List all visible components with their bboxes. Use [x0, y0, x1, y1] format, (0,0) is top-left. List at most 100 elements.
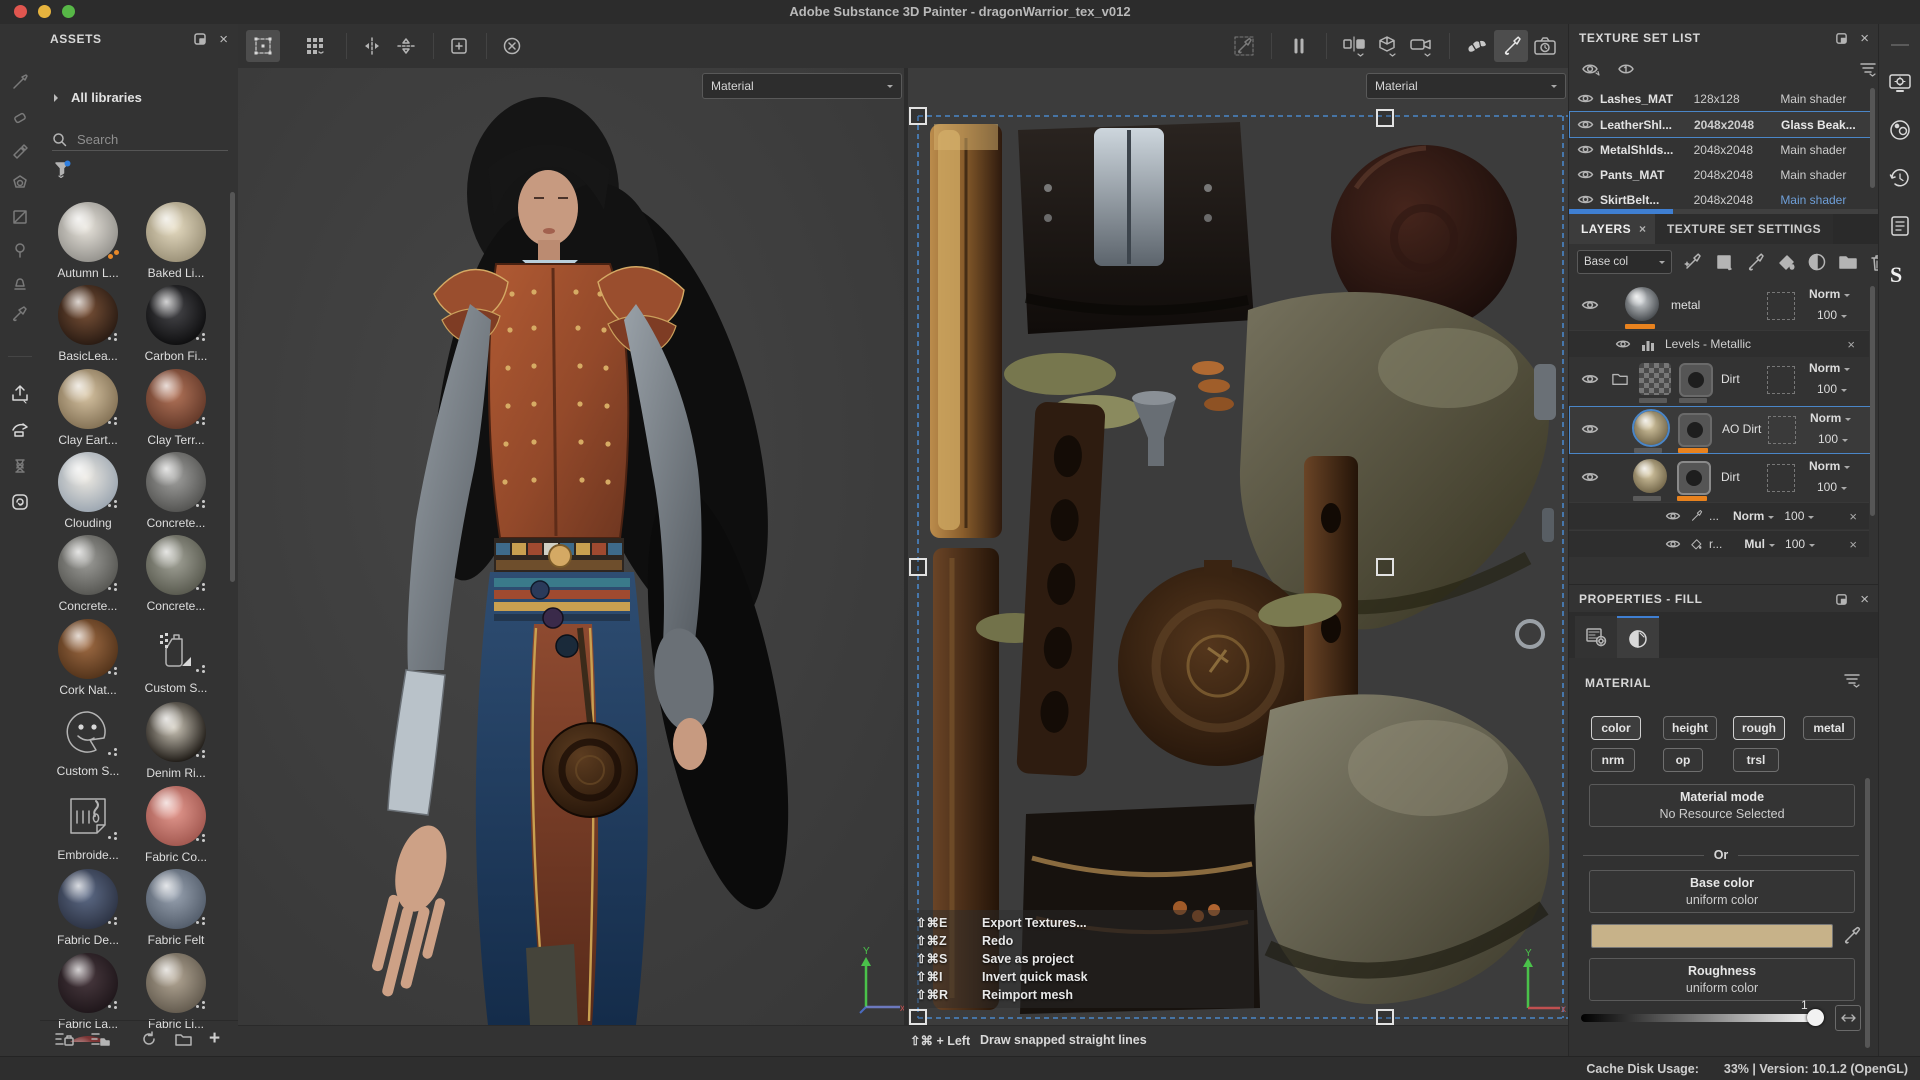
channel-trsl-button[interactable]: trsl	[1733, 748, 1779, 772]
smudge-tool-icon[interactable]	[8, 205, 32, 229]
texture-set-shader[interactable]: Main shader	[1780, 92, 1869, 106]
blend-mode-dropdown[interactable]: Norm	[1733, 509, 1774, 523]
shading-mode-dropdown[interactable]: Material	[702, 73, 902, 99]
roughness-slider-track[interactable]	[1581, 1014, 1823, 1022]
asset-item[interactable]: Clay Terr...	[138, 369, 214, 447]
float-panel-icon[interactable]	[1835, 593, 1848, 606]
channel-height-button[interactable]: height	[1663, 716, 1717, 740]
2d-uv-viewport[interactable]: Material Y x	[908, 68, 1568, 1025]
camera-view-icon[interactable]	[1405, 30, 1439, 62]
import-folder-icon[interactable]	[90, 1030, 110, 1048]
refresh-icon[interactable]	[140, 1030, 158, 1048]
float-panel-icon[interactable]	[1835, 32, 1848, 45]
mask-effect-row-paint[interactable]: ... Norm 100 ×	[1569, 502, 1869, 529]
uv-selection-tool-icon[interactable]	[246, 30, 280, 62]
add-quick-mask-icon[interactable]	[442, 30, 476, 62]
gesture-navigation-icon[interactable]	[8, 417, 32, 441]
asset-item[interactable]: Concrete...	[138, 535, 214, 613]
eye-icon[interactable]	[1581, 422, 1599, 436]
opacity-dropdown[interactable]: 100	[1817, 480, 1847, 494]
filter-button[interactable]	[54, 160, 72, 178]
texture-set-shader[interactable]: Glass Beak...	[1781, 118, 1870, 132]
projection-tool-icon[interactable]	[8, 138, 32, 162]
add-fill-layer-icon[interactable]	[1714, 252, 1734, 272]
asset-item[interactable]: Custom S...	[50, 702, 126, 778]
add-mask-icon[interactable]	[1807, 252, 1827, 272]
properties-scrollbar[interactable]	[1865, 778, 1870, 1048]
remove-effect-icon[interactable]: ×	[1849, 537, 1857, 552]
layer-row-metal[interactable]: metal Norm 100	[1569, 284, 1869, 328]
base-color-swatch[interactable]	[1591, 924, 1833, 948]
eye-icon[interactable]	[1581, 372, 1599, 386]
texture-set-shader[interactable]: Main shader	[1780, 168, 1869, 182]
symmetry-y-icon[interactable]	[389, 30, 423, 62]
material-picker-tool-icon[interactable]	[8, 301, 32, 325]
asset-item[interactable]: Cork Nat...	[50, 619, 126, 697]
opacity-dropdown[interactable]: 100	[1785, 537, 1815, 551]
asset-item[interactable]: Embroide...	[50, 786, 126, 862]
geometry-mask-box[interactable]	[1767, 366, 1795, 394]
eye-icon[interactable]	[1581, 298, 1599, 312]
paint-brush-icon[interactable]	[1494, 30, 1528, 62]
bake-icon[interactable]	[1460, 30, 1494, 62]
3d-viewport[interactable]: Material Y x	[238, 68, 904, 1025]
tab-texture-set-settings[interactable]: TEXTURE SET SETTINGS	[1655, 214, 1833, 244]
eye-icon[interactable]	[1665, 538, 1681, 550]
asset-item[interactable]: Baked Li...	[138, 202, 214, 280]
tab-layers[interactable]: LAYERS ×	[1569, 214, 1658, 244]
lazy-brush-icon[interactable]	[1227, 30, 1261, 62]
stamp-tool-icon[interactable]	[8, 271, 32, 295]
invert-range-button[interactable]	[1835, 1005, 1861, 1031]
texture-set-vscrollbar[interactable]	[1870, 88, 1875, 188]
solo-visibility-icon[interactable]	[1617, 61, 1637, 77]
opacity-dropdown[interactable]: 100	[1784, 509, 1814, 523]
eye-icon[interactable]	[1577, 143, 1594, 156]
library-selector[interactable]: All libraries	[54, 90, 142, 105]
texture-set-shader[interactable]: Main shader	[1780, 193, 1869, 207]
layer-thumbnail[interactable]	[1633, 459, 1667, 493]
channel-color-button[interactable]: color	[1591, 716, 1641, 740]
mask-thumbnail[interactable]	[1678, 413, 1712, 447]
export-resources-icon[interactable]	[8, 382, 32, 406]
group-thumbnail[interactable]	[1639, 363, 1671, 395]
eye-icon[interactable]	[1615, 338, 1631, 350]
substance-logo-icon[interactable]: S	[1890, 262, 1902, 288]
material-mode-box[interactable]: Material mode No Resource Selected	[1589, 784, 1855, 827]
search-input[interactable]	[75, 131, 209, 148]
eyedropper-icon[interactable]	[1843, 924, 1861, 944]
float-panel-icon[interactable]	[193, 32, 207, 46]
layer-row-dirt-group[interactable]: Dirt Norm 100	[1569, 358, 1869, 402]
layers-scrollbar[interactable]	[1870, 286, 1875, 516]
stencil-off-icon[interactable]	[495, 30, 529, 62]
blend-mode-dropdown[interactable]: Norm	[1809, 459, 1850, 473]
channel-metal-button[interactable]: metal	[1803, 716, 1855, 740]
remove-effect-icon[interactable]: ×	[1849, 509, 1857, 524]
texture-set-row[interactable]: MetalShlds... 2048x2048 Main shader	[1569, 137, 1869, 162]
asset-item[interactable]: Denim Ri...	[138, 702, 214, 780]
eye-icon[interactable]	[1577, 193, 1594, 206]
eye-icon[interactable]	[1577, 118, 1594, 131]
layer-row-dirt[interactable]: Dirt Norm 100	[1569, 456, 1869, 500]
asset-item[interactable]: Carbon Fi...	[138, 285, 214, 363]
import-resources-icon[interactable]	[54, 1030, 74, 1048]
geometry-mask-box[interactable]	[1767, 292, 1795, 320]
split-view-icon[interactable]	[1337, 30, 1371, 62]
resources-updater-icon[interactable]	[8, 490, 32, 514]
asset-item[interactable]: Concrete...	[50, 535, 126, 613]
channel-rough-button[interactable]: rough	[1733, 716, 1785, 740]
geometry-mask-box[interactable]	[1768, 416, 1796, 444]
blend-mode-dropdown[interactable]: Norm	[1810, 411, 1851, 425]
screenshot-camera-icon[interactable]	[1528, 30, 1562, 62]
mask-thumbnail[interactable]	[1679, 363, 1713, 397]
layer-thumbnail[interactable]	[1625, 287, 1659, 321]
pause-engine-icon[interactable]	[1282, 30, 1316, 62]
tab-material-mode-active[interactable]	[1617, 616, 1659, 660]
base-color-box[interactable]: Base color uniform color	[1589, 870, 1855, 913]
texture-set-row[interactable]: Pants_MAT 2048x2048 Main shader	[1569, 162, 1869, 187]
close-tab-icon[interactable]: ×	[1639, 222, 1646, 236]
close-panel-icon[interactable]: ×	[219, 31, 228, 48]
eye-icon[interactable]	[1665, 510, 1681, 522]
add-folder-icon[interactable]	[1838, 253, 1858, 271]
clone-tool-icon[interactable]	[8, 238, 32, 262]
blend-mode-dropdown[interactable]: Norm	[1809, 361, 1850, 375]
